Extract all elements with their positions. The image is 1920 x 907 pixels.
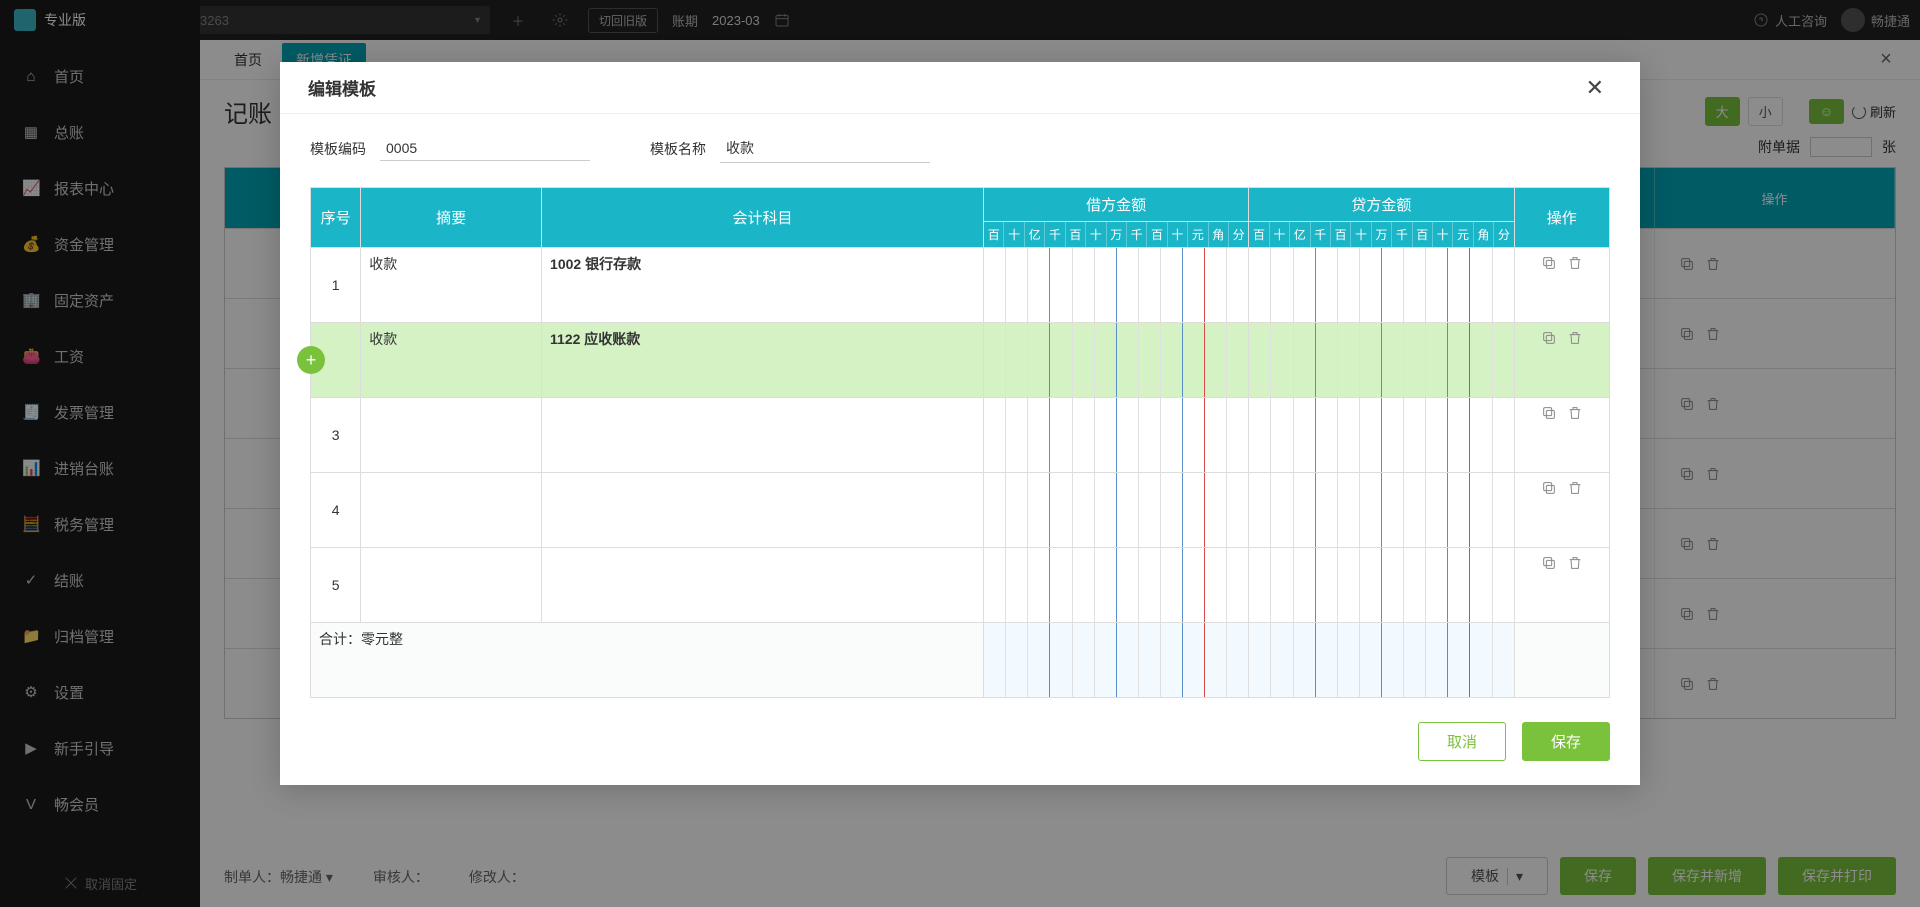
row-index: 5 — [311, 548, 361, 623]
table-row[interactable]: 4 — [311, 473, 1610, 548]
debit-cell[interactable] — [984, 548, 1249, 623]
credit-cell[interactable] — [1249, 473, 1514, 548]
col-summary: 摘要 — [361, 188, 542, 248]
cancel-button[interactable]: 取消 — [1418, 722, 1506, 761]
debit-cell[interactable] — [984, 398, 1249, 473]
col-debit: 借方金额 — [984, 188, 1249, 222]
account-cell[interactable] — [542, 548, 984, 623]
account-cell[interactable] — [542, 473, 984, 548]
delete-icon[interactable] — [1566, 254, 1584, 272]
row-actions — [1514, 473, 1609, 548]
row-index: + — [311, 323, 361, 398]
template-code-input[interactable]: 0005 — [380, 136, 590, 161]
copy-icon[interactable] — [1540, 479, 1558, 497]
copy-icon[interactable] — [1540, 404, 1558, 422]
copy-icon[interactable] — [1540, 554, 1558, 572]
template-name-label: 模板名称 — [650, 139, 706, 159]
summary-cell[interactable] — [361, 473, 542, 548]
debit-cell[interactable] — [984, 323, 1249, 398]
col-index: 序号 — [311, 188, 361, 248]
debit-cell[interactable] — [984, 248, 1249, 323]
copy-icon[interactable] — [1540, 254, 1558, 272]
col-account: 会计科目 — [542, 188, 984, 248]
table-row[interactable]: 1收款1002 银行存款 — [311, 248, 1610, 323]
row-index: 1 — [311, 248, 361, 323]
row-index: 3 — [311, 398, 361, 473]
close-icon[interactable]: ✕ — [1578, 71, 1612, 105]
edit-template-modal: 编辑模板 ✕ 模板编码 0005 模板名称 收款 序号 摘要 会计科目 — [280, 62, 1640, 785]
row-actions — [1514, 548, 1609, 623]
delete-icon[interactable] — [1566, 554, 1584, 572]
row-actions — [1514, 323, 1609, 398]
debit-cell[interactable] — [984, 473, 1249, 548]
table-row[interactable]: 5 — [311, 548, 1610, 623]
template-table: 序号 摘要 会计科目 借方金额 贷方金额 操作 百十亿千百十万千百十元角分 百十… — [310, 187, 1610, 698]
delete-icon[interactable] — [1566, 479, 1584, 497]
delete-icon[interactable] — [1566, 329, 1584, 347]
row-index: 4 — [311, 473, 361, 548]
credit-cell[interactable] — [1249, 548, 1514, 623]
template-code-label: 模板编码 — [310, 139, 366, 159]
copy-icon[interactable] — [1540, 329, 1558, 347]
summary-cell[interactable]: 收款 — [361, 248, 542, 323]
col-op: 操作 — [1514, 188, 1609, 248]
total-debit — [984, 623, 1249, 698]
total-label: 合计：零元整 — [311, 623, 984, 698]
summary-cell[interactable] — [361, 548, 542, 623]
total-credit — [1249, 623, 1514, 698]
credit-cell[interactable] — [1249, 323, 1514, 398]
delete-icon[interactable] — [1566, 404, 1584, 422]
summary-cell[interactable] — [361, 398, 542, 473]
save-button[interactable]: 保存 — [1522, 722, 1610, 761]
table-row[interactable]: +收款1122 应收账款 — [311, 323, 1610, 398]
row-actions — [1514, 398, 1609, 473]
template-name-input[interactable]: 收款 — [720, 134, 930, 163]
add-row-button[interactable]: + — [297, 346, 325, 374]
credit-cell[interactable] — [1249, 248, 1514, 323]
col-credit: 贷方金额 — [1249, 188, 1514, 222]
account-cell[interactable]: 1122 应收账款 — [542, 323, 984, 398]
row-actions — [1514, 248, 1609, 323]
modal-title: 编辑模板 — [308, 75, 376, 100]
table-row[interactable]: 3 — [311, 398, 1610, 473]
account-cell[interactable]: 1002 银行存款 — [542, 248, 984, 323]
account-cell[interactable] — [542, 398, 984, 473]
credit-cell[interactable] — [1249, 398, 1514, 473]
summary-cell[interactable]: 收款 — [361, 323, 542, 398]
